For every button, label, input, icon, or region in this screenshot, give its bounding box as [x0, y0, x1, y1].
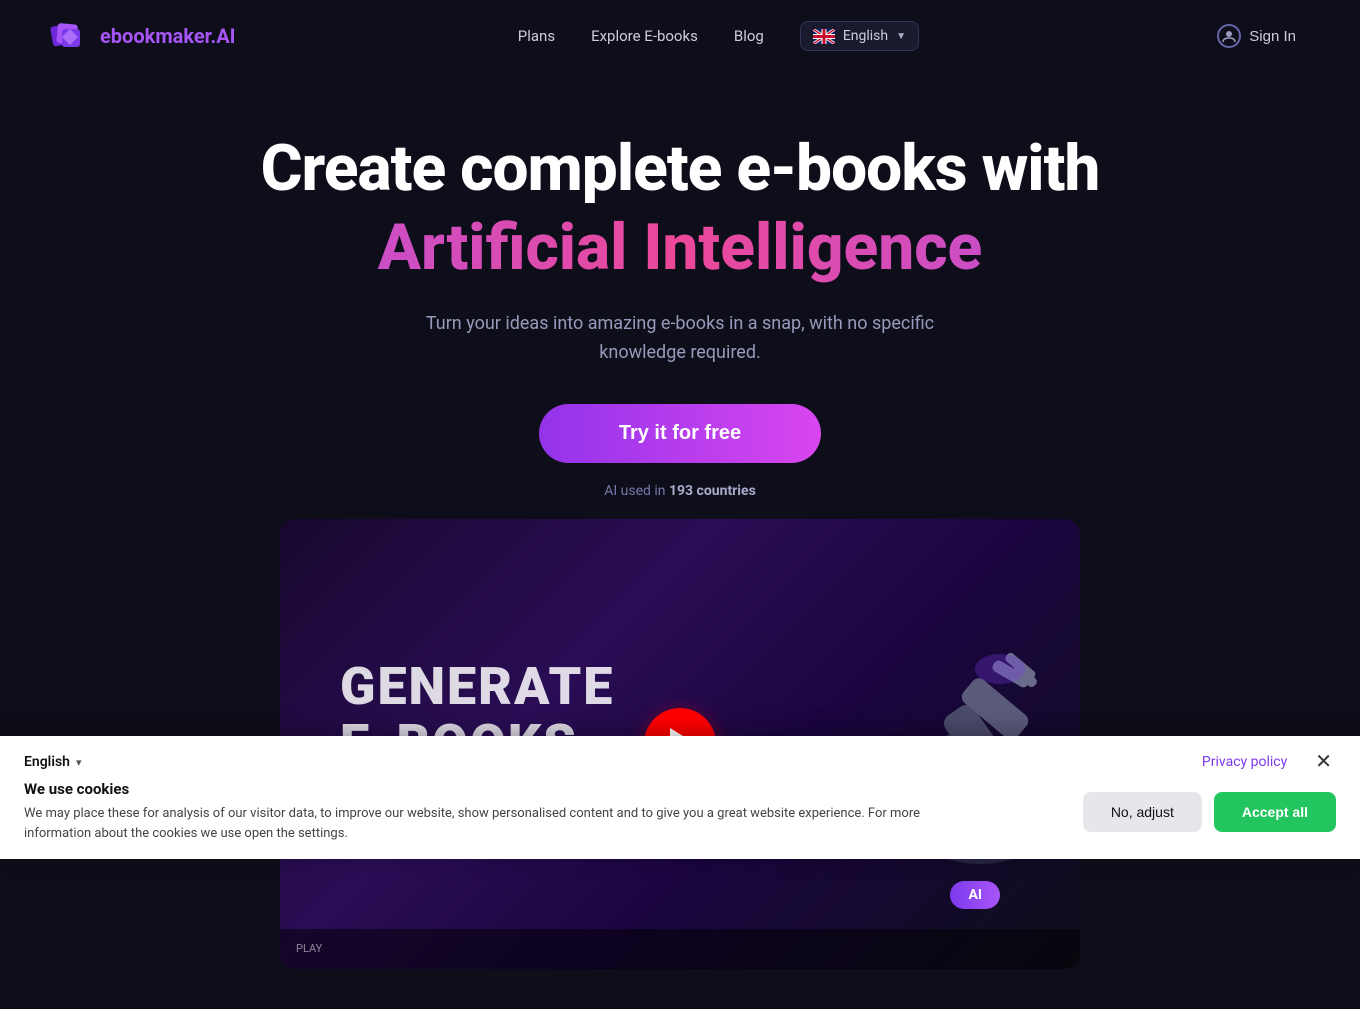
- hero-title-gradient: Artificial Intelligence: [48, 210, 1312, 287]
- hero-title-white: Create complete e-books with: [48, 132, 1312, 206]
- logo[interactable]: ebookmaker.AI: [48, 15, 236, 57]
- nav-center: Plans Explore E-books Blog English ▼: [518, 21, 919, 51]
- cookie-chevron-icon: ▾: [76, 756, 82, 769]
- sign-in-label: Sign In: [1249, 28, 1296, 45]
- cookie-no-adjust-button[interactable]: No, adjust: [1083, 792, 1202, 832]
- play-hint: PLAY: [296, 942, 322, 955]
- cookie-actions: No, adjust Accept all: [1083, 792, 1336, 832]
- cookie-top-row: English ▾ Privacy policy ✕: [24, 752, 1336, 772]
- user-icon: [1217, 24, 1241, 48]
- cookie-top-right: Privacy policy ✕: [1202, 752, 1336, 772]
- cookie-banner: English ▾ Privacy policy ✕ We use cookie…: [0, 736, 1360, 859]
- cookie-language-selector[interactable]: English ▾: [24, 754, 82, 770]
- try-free-button[interactable]: Try it for free: [539, 404, 821, 463]
- flag-icon: [813, 29, 835, 44]
- cookie-accept-button[interactable]: Accept all: [1214, 792, 1336, 832]
- nav-right: Sign In: [1201, 16, 1312, 56]
- cookie-bottom-row: We use cookies We may place these for an…: [24, 780, 1336, 843]
- cookie-body-text: We may place these for analysis of our v…: [24, 804, 924, 843]
- countries-text: AI used in 193 countries: [48, 483, 1312, 499]
- cookie-close-button[interactable]: ✕: [1311, 752, 1336, 772]
- video-controls-bar: PLAY: [280, 929, 1080, 969]
- cookie-content: We use cookies We may place these for an…: [24, 780, 1083, 843]
- nav-explore[interactable]: Explore E-books: [591, 27, 698, 45]
- hero-section: Create complete e-books with Artificial …: [0, 72, 1360, 1009]
- cookie-language-label: English: [24, 754, 70, 770]
- nav-blog[interactable]: Blog: [734, 27, 764, 45]
- cookie-title: We use cookies: [24, 780, 1083, 798]
- countries-prefix: AI used in: [604, 483, 669, 499]
- logo-text: ebookmaker.AI: [100, 24, 236, 48]
- nav-plans[interactable]: Plans: [518, 27, 555, 45]
- hero-subtitle: Turn your ideas into amazing e-books in …: [390, 310, 970, 368]
- logo-icon: [48, 15, 90, 57]
- chevron-down-icon: ▼: [896, 31, 906, 42]
- language-label: English: [843, 28, 888, 44]
- sign-in-button[interactable]: Sign In: [1201, 16, 1312, 56]
- language-selector[interactable]: English ▼: [800, 21, 919, 51]
- privacy-policy-link[interactable]: Privacy policy: [1202, 754, 1287, 770]
- navbar: ebookmaker.AI Plans Explore E-books Blog…: [0, 0, 1360, 72]
- countries-value: 193 countries: [669, 483, 756, 499]
